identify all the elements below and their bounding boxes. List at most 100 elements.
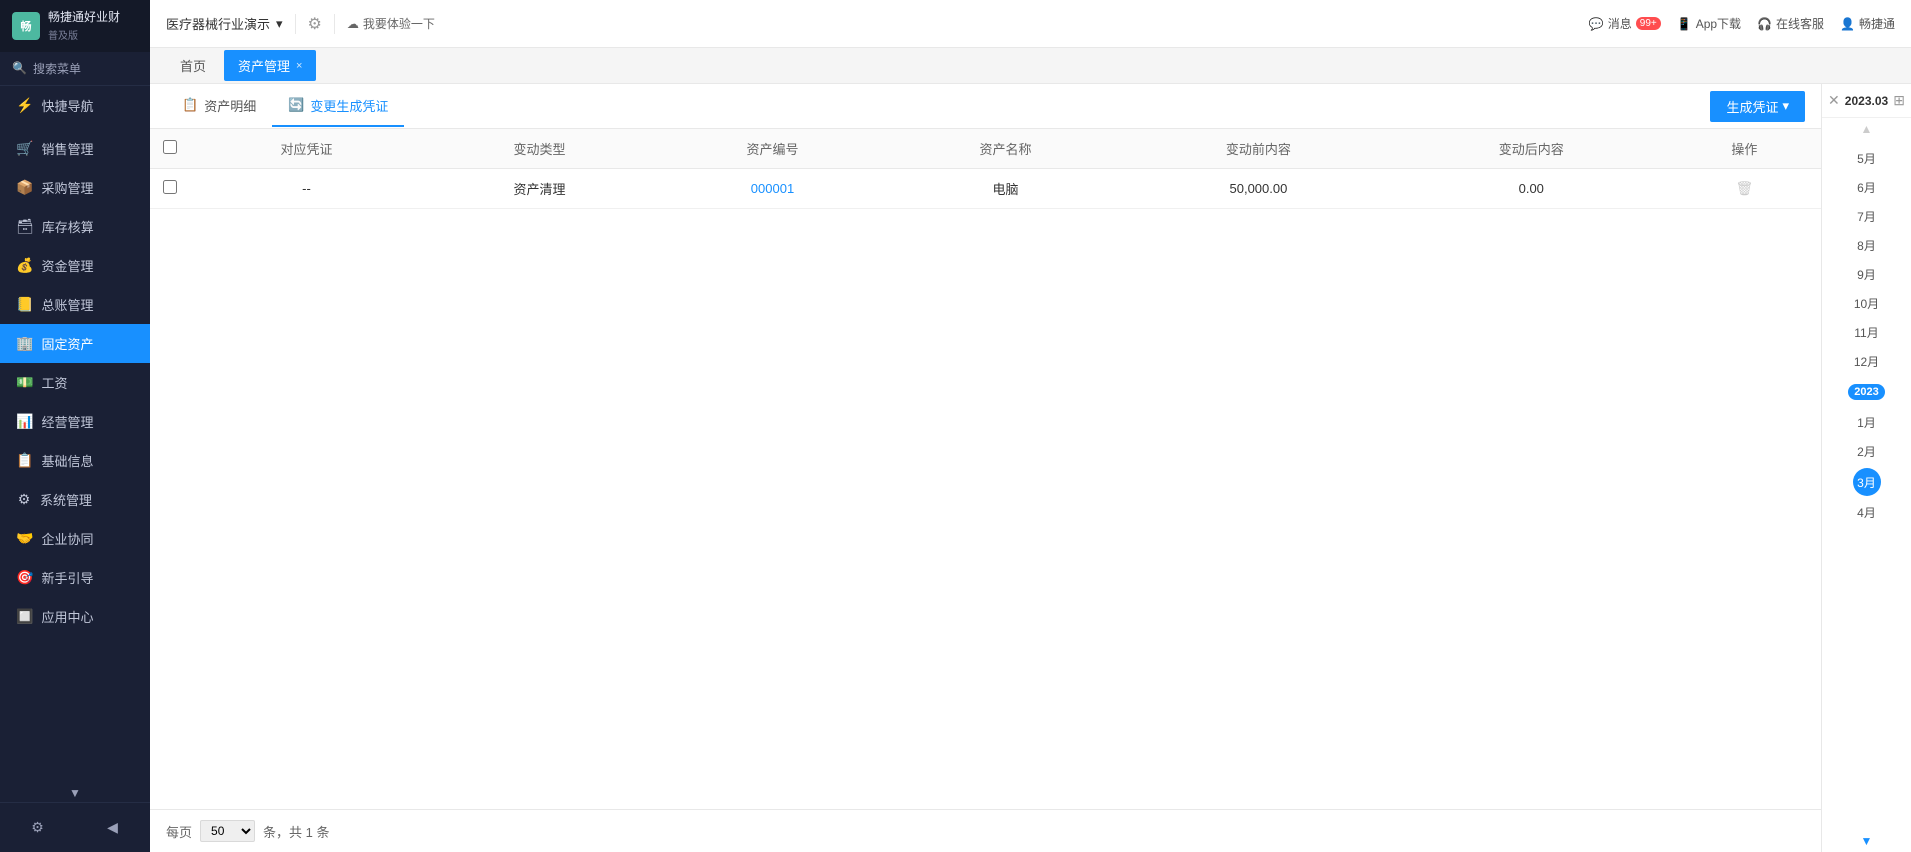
settings-gear-icon[interactable]: ⚙ [308, 14, 322, 34]
sub-tabs: 📋 资产明细 🔄 变更生成凭证 [150, 84, 1710, 128]
cell-action: 🗑 [1668, 169, 1821, 209]
scroll-down-button[interactable]: ▼ [1822, 830, 1911, 852]
sidebar: 畅 畅捷通好业财 普及版 🔍 搜索菜单 ⚡ 快捷导航 🛒 销售管理 📦 采购管理… [0, 0, 150, 852]
collapse-sidebar-button[interactable]: ◀ [75, 811, 150, 844]
experience-button[interactable]: ☁ 我要体验一下 [347, 15, 435, 32]
user-icon: 👤 [1840, 17, 1855, 31]
sidebar-item-inventory[interactable]: 🗃 库存核算 [0, 207, 150, 246]
search-menu-button[interactable]: 🔍 搜索菜单 [12, 60, 138, 77]
topbar: 医疗器械行业演示 ▾ ⚙ ☁ 我要体验一下 💬 消息 99+ 📱 App下载 🎧… [150, 0, 1911, 48]
generate-voucher-button[interactable]: 生成凭证 ▾ [1710, 91, 1805, 122]
topbar-divider [295, 14, 296, 34]
year-item-2023[interactable]: 2023 [1822, 380, 1911, 404]
month-item-9[interactable]: 9月 [1822, 260, 1911, 289]
month-item-2[interactable]: 2月 [1822, 437, 1911, 466]
month-item-7[interactable]: 7月 [1822, 202, 1911, 231]
inventory-icon: 🗃 [16, 218, 34, 235]
sidebar-nav: 🛒 销售管理 📦 采购管理 🗃 库存核算 💰 资金管理 📒 总账管理 🏢 固定资… [0, 125, 150, 784]
delete-button[interactable]: 🗑 [1735, 180, 1753, 196]
month-item-10[interactable]: 10月 [1822, 289, 1911, 318]
scroll-up-button[interactable]: ▲ [1822, 118, 1911, 140]
sidebar-item-collaboration[interactable]: 🤝 企业协同 [0, 519, 150, 558]
month-item-8[interactable]: 8月 [1822, 231, 1911, 260]
col-voucher: 对应凭证 [190, 129, 423, 169]
sidebar-search-area: 🔍 搜索菜单 [0, 52, 150, 86]
sidebar-item-purchase[interactable]: 📦 采购管理 [0, 168, 150, 207]
sidebar-header: 畅 畅捷通好业财 普及版 [0, 0, 150, 52]
app-edition: 普及版 [48, 27, 120, 42]
sidebar-item-fixed-assets[interactable]: 🏢 固定资产 [0, 324, 150, 363]
app-logo: 畅 [12, 12, 40, 40]
right-panel-expand-button[interactable]: ⊞ [1893, 92, 1905, 109]
sidebar-item-app-center[interactable]: 🔲 应用中心 [0, 597, 150, 636]
page-area: 📋 资产明细 🔄 变更生成凭证 生成凭证 ▾ [150, 84, 1911, 852]
sidebar-item-basic-info[interactable]: 📋 基础信息 [0, 441, 150, 480]
month-list: 5月 6月 7月 8月 9月 10月 11月 12月 2023 1月 2月 3月… [1822, 140, 1911, 830]
sidebar-item-operations[interactable]: 📊 经营管理 [0, 402, 150, 441]
right-panel-close-button[interactable]: ✕ [1828, 92, 1840, 109]
cell-asset-code: 000001 [656, 169, 889, 209]
cloud-icon: ☁ [347, 17, 359, 31]
purchase-icon: 📦 [16, 179, 33, 196]
right-panel-header: ✕ 2023.03 ⊞ [1822, 84, 1911, 118]
sidebar-footer: ⚙ ◀ [0, 802, 150, 852]
col-asset-name: 资产名称 [889, 129, 1122, 169]
per-page-label: 每页 [166, 822, 192, 841]
message-badge: 99+ [1636, 17, 1661, 30]
cell-before-change: 50,000.00 [1122, 169, 1395, 209]
asset-table: 对应凭证 变动类型 资产编号 资产名称 变动前内容 变动后内容 操作 [150, 129, 1821, 209]
message-icon: 💬 [1589, 17, 1604, 31]
sidebar-item-funds[interactable]: 💰 资金管理 [0, 246, 150, 285]
tab-close-button[interactable]: × [296, 60, 302, 72]
cell-after-change: 0.00 [1395, 169, 1668, 209]
sidebar-item-quick-nav[interactable]: ⚡ 快捷导航 [0, 86, 150, 125]
year-label: 2023.03 [1845, 94, 1888, 108]
select-all-checkbox[interactable] [163, 140, 177, 154]
download-icon: 📱 [1677, 17, 1692, 31]
month-item-5[interactable]: 5月 [1822, 144, 1911, 173]
month-item-12[interactable]: 12月 [1822, 347, 1911, 376]
sub-tab-asset-detail[interactable]: 📋 资产明细 [166, 86, 272, 127]
company-name: 医疗器械行业演示 [166, 14, 270, 33]
sidebar-item-guide[interactable]: 🎯 新手引导 [0, 558, 150, 597]
fixed-assets-icon: 🏢 [16, 335, 33, 352]
search-icon: 🔍 [12, 61, 27, 75]
settings-button[interactable]: ⚙ [0, 811, 75, 844]
generate-dropdown-icon: ▾ [1782, 98, 1789, 114]
change-voucher-icon: 🔄 [288, 97, 304, 113]
main-content: 医疗器械行业演示 ▾ ⚙ ☁ 我要体验一下 💬 消息 99+ 📱 App下载 🎧… [150, 0, 1911, 852]
sidebar-item-ledger[interactable]: 📒 总账管理 [0, 285, 150, 324]
cell-change-type: 资产清理 [423, 169, 656, 209]
sidebar-item-sales[interactable]: 🛒 销售管理 [0, 129, 150, 168]
tab-asset-management[interactable]: 资产管理 × [224, 50, 316, 81]
table-row: -- 资产清理 000001 电脑 50,000.00 0.00 🗑 [150, 169, 1821, 209]
month-item-4[interactable]: 4月 [1822, 498, 1911, 527]
sidebar-item-system[interactable]: ⚙ 系统管理 [0, 480, 150, 519]
sub-tab-change-voucher[interactable]: 🔄 变更生成凭证 [272, 86, 404, 127]
month-item-11[interactable]: 11月 [1822, 318, 1911, 347]
operations-icon: 📊 [16, 413, 33, 430]
sales-icon: 🛒 [16, 140, 33, 157]
salary-icon: 💵 [16, 374, 33, 391]
topbar-right: 💬 消息 99+ 📱 App下载 🎧 在线客服 👤 畅捷通 [1589, 15, 1895, 32]
col-after-change: 变动后内容 [1395, 129, 1668, 169]
year-section-2023: 2023 [1822, 376, 1911, 408]
online-service-button[interactable]: 🎧 在线客服 [1757, 15, 1824, 32]
user-profile-button[interactable]: 👤 畅捷通 [1840, 15, 1895, 32]
row-checkbox[interactable] [163, 180, 177, 194]
cell-voucher: -- [190, 169, 423, 209]
company-selector[interactable]: 医疗器械行业演示 ▾ [166, 14, 283, 33]
month-item-6[interactable]: 6月 [1822, 173, 1911, 202]
sidebar-scroll-down[interactable]: ▼ [69, 786, 81, 800]
cell-asset-name: 电脑 [889, 169, 1122, 209]
row-checkbox-cell [150, 169, 190, 209]
row-count-label: 条，共 1 条 [263, 822, 329, 841]
app-download-button[interactable]: 📱 App下载 [1677, 15, 1741, 32]
month-item-3-current[interactable]: 3月 [1853, 468, 1881, 496]
page-size-select[interactable]: 50 10 20 100 [200, 820, 255, 842]
month-item-1[interactable]: 1月 [1822, 408, 1911, 437]
tab-home[interactable]: 首页 [166, 50, 220, 81]
message-button[interactable]: 💬 消息 99+ [1589, 15, 1661, 32]
table-footer: 每页 50 10 20 100 条，共 1 条 [150, 809, 1821, 852]
sidebar-item-salary[interactable]: 💵 工资 [0, 363, 150, 402]
